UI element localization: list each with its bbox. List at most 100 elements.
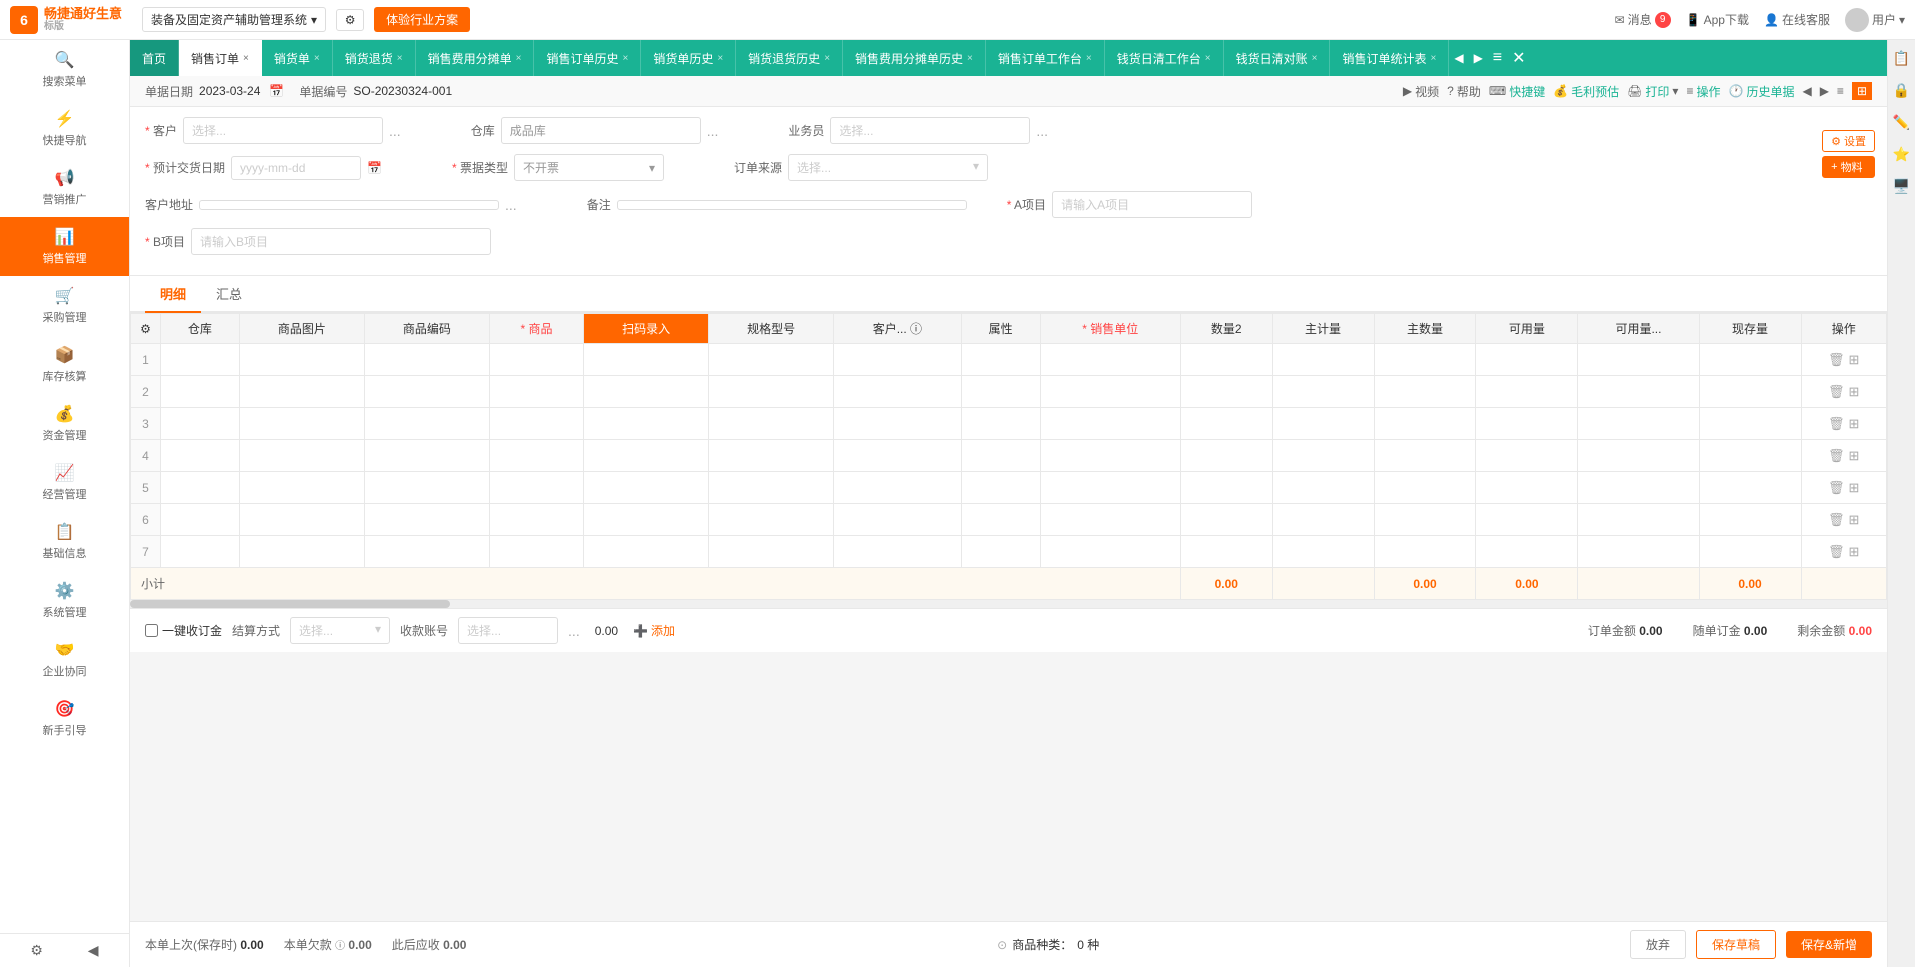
row7-qty2[interactable] [1180,536,1272,568]
address-ellipsis[interactable]: ... [505,197,517,213]
account-ellipsis[interactable]: ... [568,623,580,639]
row1-main-qty[interactable] [1374,344,1476,376]
warehouse-input[interactable]: 成品库 [501,117,701,144]
row4-customer-code[interactable] [834,440,962,472]
settings-dropdown[interactable]: ⚙ [336,9,364,31]
shortcut-btn[interactable]: ⌨ 快捷键 [1489,83,1545,100]
row5-attribute[interactable] [961,472,1040,504]
remark-input[interactable] [617,200,967,210]
tab-cash-reconcile-close[interactable]: × [1312,53,1318,64]
row6-scan[interactable] [584,504,709,536]
date-calendar-icon[interactable]: 📅 [367,161,382,175]
sidebar-item-inventory[interactable]: 📦 库存核算 [0,335,129,394]
row1-spec[interactable] [709,344,834,376]
row2-product[interactable] [489,376,583,408]
row5-spec[interactable] [709,472,834,504]
tab-menu-icon[interactable]: ≡ [1488,49,1507,67]
tab-expense-alloc-close[interactable]: × [516,53,522,64]
next-record-btn[interactable]: ▶ [1820,84,1829,98]
tab-sales-return[interactable]: 销货退货 × [333,40,416,76]
right-sidebar-screen-icon[interactable]: 🖥️ [1893,178,1910,195]
row3-warehouse[interactable] [161,408,240,440]
row4-code[interactable] [364,440,489,472]
sidebar-item-system[interactable]: ⚙️ 系统管理 [0,571,129,630]
delivery-date-input[interactable]: yyyy-mm-dd [231,156,361,180]
row7-delete-btn[interactable]: 🗑 [1828,544,1845,560]
tab-order-history-close[interactable]: × [622,53,628,64]
row4-copy-btn[interactable]: ⊞ [1849,448,1860,464]
row6-unit[interactable] [1040,504,1180,536]
row1-copy-btn[interactable]: ⊞ [1849,352,1860,368]
row4-product[interactable] [489,440,583,472]
row3-delete-btn[interactable]: 🗑 [1828,416,1845,432]
row2-copy-btn[interactable]: ⊞ [1849,384,1860,400]
app-download-button[interactable]: 📱 App下载 [1686,11,1749,28]
row3-code[interactable] [364,408,489,440]
row6-warehouse[interactable] [161,504,240,536]
row1-code[interactable] [364,344,489,376]
row7-main-qty[interactable] [1374,536,1476,568]
sidebar-item-collab[interactable]: 🤝 企业协同 [0,630,129,689]
auto-settle-input[interactable] [145,624,158,637]
tab-sales-return-close[interactable]: × [397,53,403,64]
row3-scan[interactable] [584,408,709,440]
row6-main-qty[interactable] [1374,504,1476,536]
sidebar-item-marketing[interactable]: 📢 营销推广 [0,158,129,217]
row2-main-unit[interactable] [1272,376,1374,408]
row3-copy-btn[interactable]: ⊞ [1849,416,1860,432]
row4-scan[interactable] [584,440,709,472]
row5-product[interactable] [489,472,583,504]
row2-unit[interactable] [1040,376,1180,408]
sidebar-item-purchase[interactable]: 🛒 采购管理 [0,276,129,335]
list-view-btn[interactable]: ≡ [1837,84,1844,98]
tab-order-history[interactable]: 销售订单历史 × [534,40,641,76]
row4-attribute[interactable] [961,440,1040,472]
row7-unit[interactable] [1040,536,1180,568]
sidebar-item-sales[interactable]: 📊 销售管理 [0,217,129,276]
tab-invoice-history-close[interactable]: × [717,53,723,64]
row6-delete-btn[interactable]: 🗑 [1828,512,1845,528]
tab-cash-workbench-close[interactable]: × [1205,53,1211,64]
row2-scan[interactable] [584,376,709,408]
row1-scan[interactable] [584,344,709,376]
row5-customer-code[interactable] [834,472,962,504]
tab-invoice-history[interactable]: 销货单历史 × [641,40,736,76]
row1-product[interactable] [489,344,583,376]
row7-customer-code[interactable] [834,536,962,568]
row5-unit[interactable] [1040,472,1180,504]
tab-prev-arrow[interactable]: ◀ [1449,51,1468,65]
row7-copy-btn[interactable]: ⊞ [1849,544,1860,560]
add-payment-btn[interactable]: ➕ 添加 [633,622,675,639]
tab-expense-history-close[interactable]: × [967,53,973,64]
tab-sales-order-close[interactable]: × [243,53,249,64]
tab-sales-invoice[interactable]: 销货单 × [262,40,333,76]
row7-main-unit[interactable] [1272,536,1374,568]
row3-qty2[interactable] [1180,408,1272,440]
tab-sales-order[interactable]: 销售订单 × [179,40,262,76]
sidebar-item-basic[interactable]: 📋 基础信息 [0,512,129,571]
horizontal-scrollbar[interactable] [130,600,1887,608]
row1-attribute[interactable] [961,344,1040,376]
sidebar-settings-icon[interactable]: ⚙ [30,942,43,959]
row6-spec[interactable] [709,504,834,536]
history-btn[interactable]: 🕐 历史单据 [1728,83,1794,100]
row2-delete-btn[interactable]: 🗑 [1828,384,1845,400]
row6-customer-code[interactable] [834,504,962,536]
row1-unit[interactable] [1040,344,1180,376]
calendar-icon[interactable]: 📅 [269,84,284,98]
tab-next-arrow[interactable]: ▶ [1469,51,1488,65]
online-service-button[interactable]: 👤 在线客服 [1764,11,1830,28]
row4-warehouse[interactable] [161,440,240,472]
a-project-input[interactable]: 请输入A项目 [1052,191,1252,218]
row2-qty2[interactable] [1180,376,1272,408]
operation-btn[interactable]: ≡ 操作 [1686,83,1720,100]
row6-product[interactable] [489,504,583,536]
tab-return-history-close[interactable]: × [824,53,830,64]
row4-main-qty[interactable] [1374,440,1476,472]
message-button[interactable]: ✉ 消息 9 [1615,11,1671,28]
staff-ellipsis[interactable]: ... [1036,123,1048,139]
add-material-button[interactable]: + 物料 [1822,156,1875,178]
row2-main-qty[interactable] [1374,376,1476,408]
row4-spec[interactable] [709,440,834,472]
row6-qty2[interactable] [1180,504,1272,536]
